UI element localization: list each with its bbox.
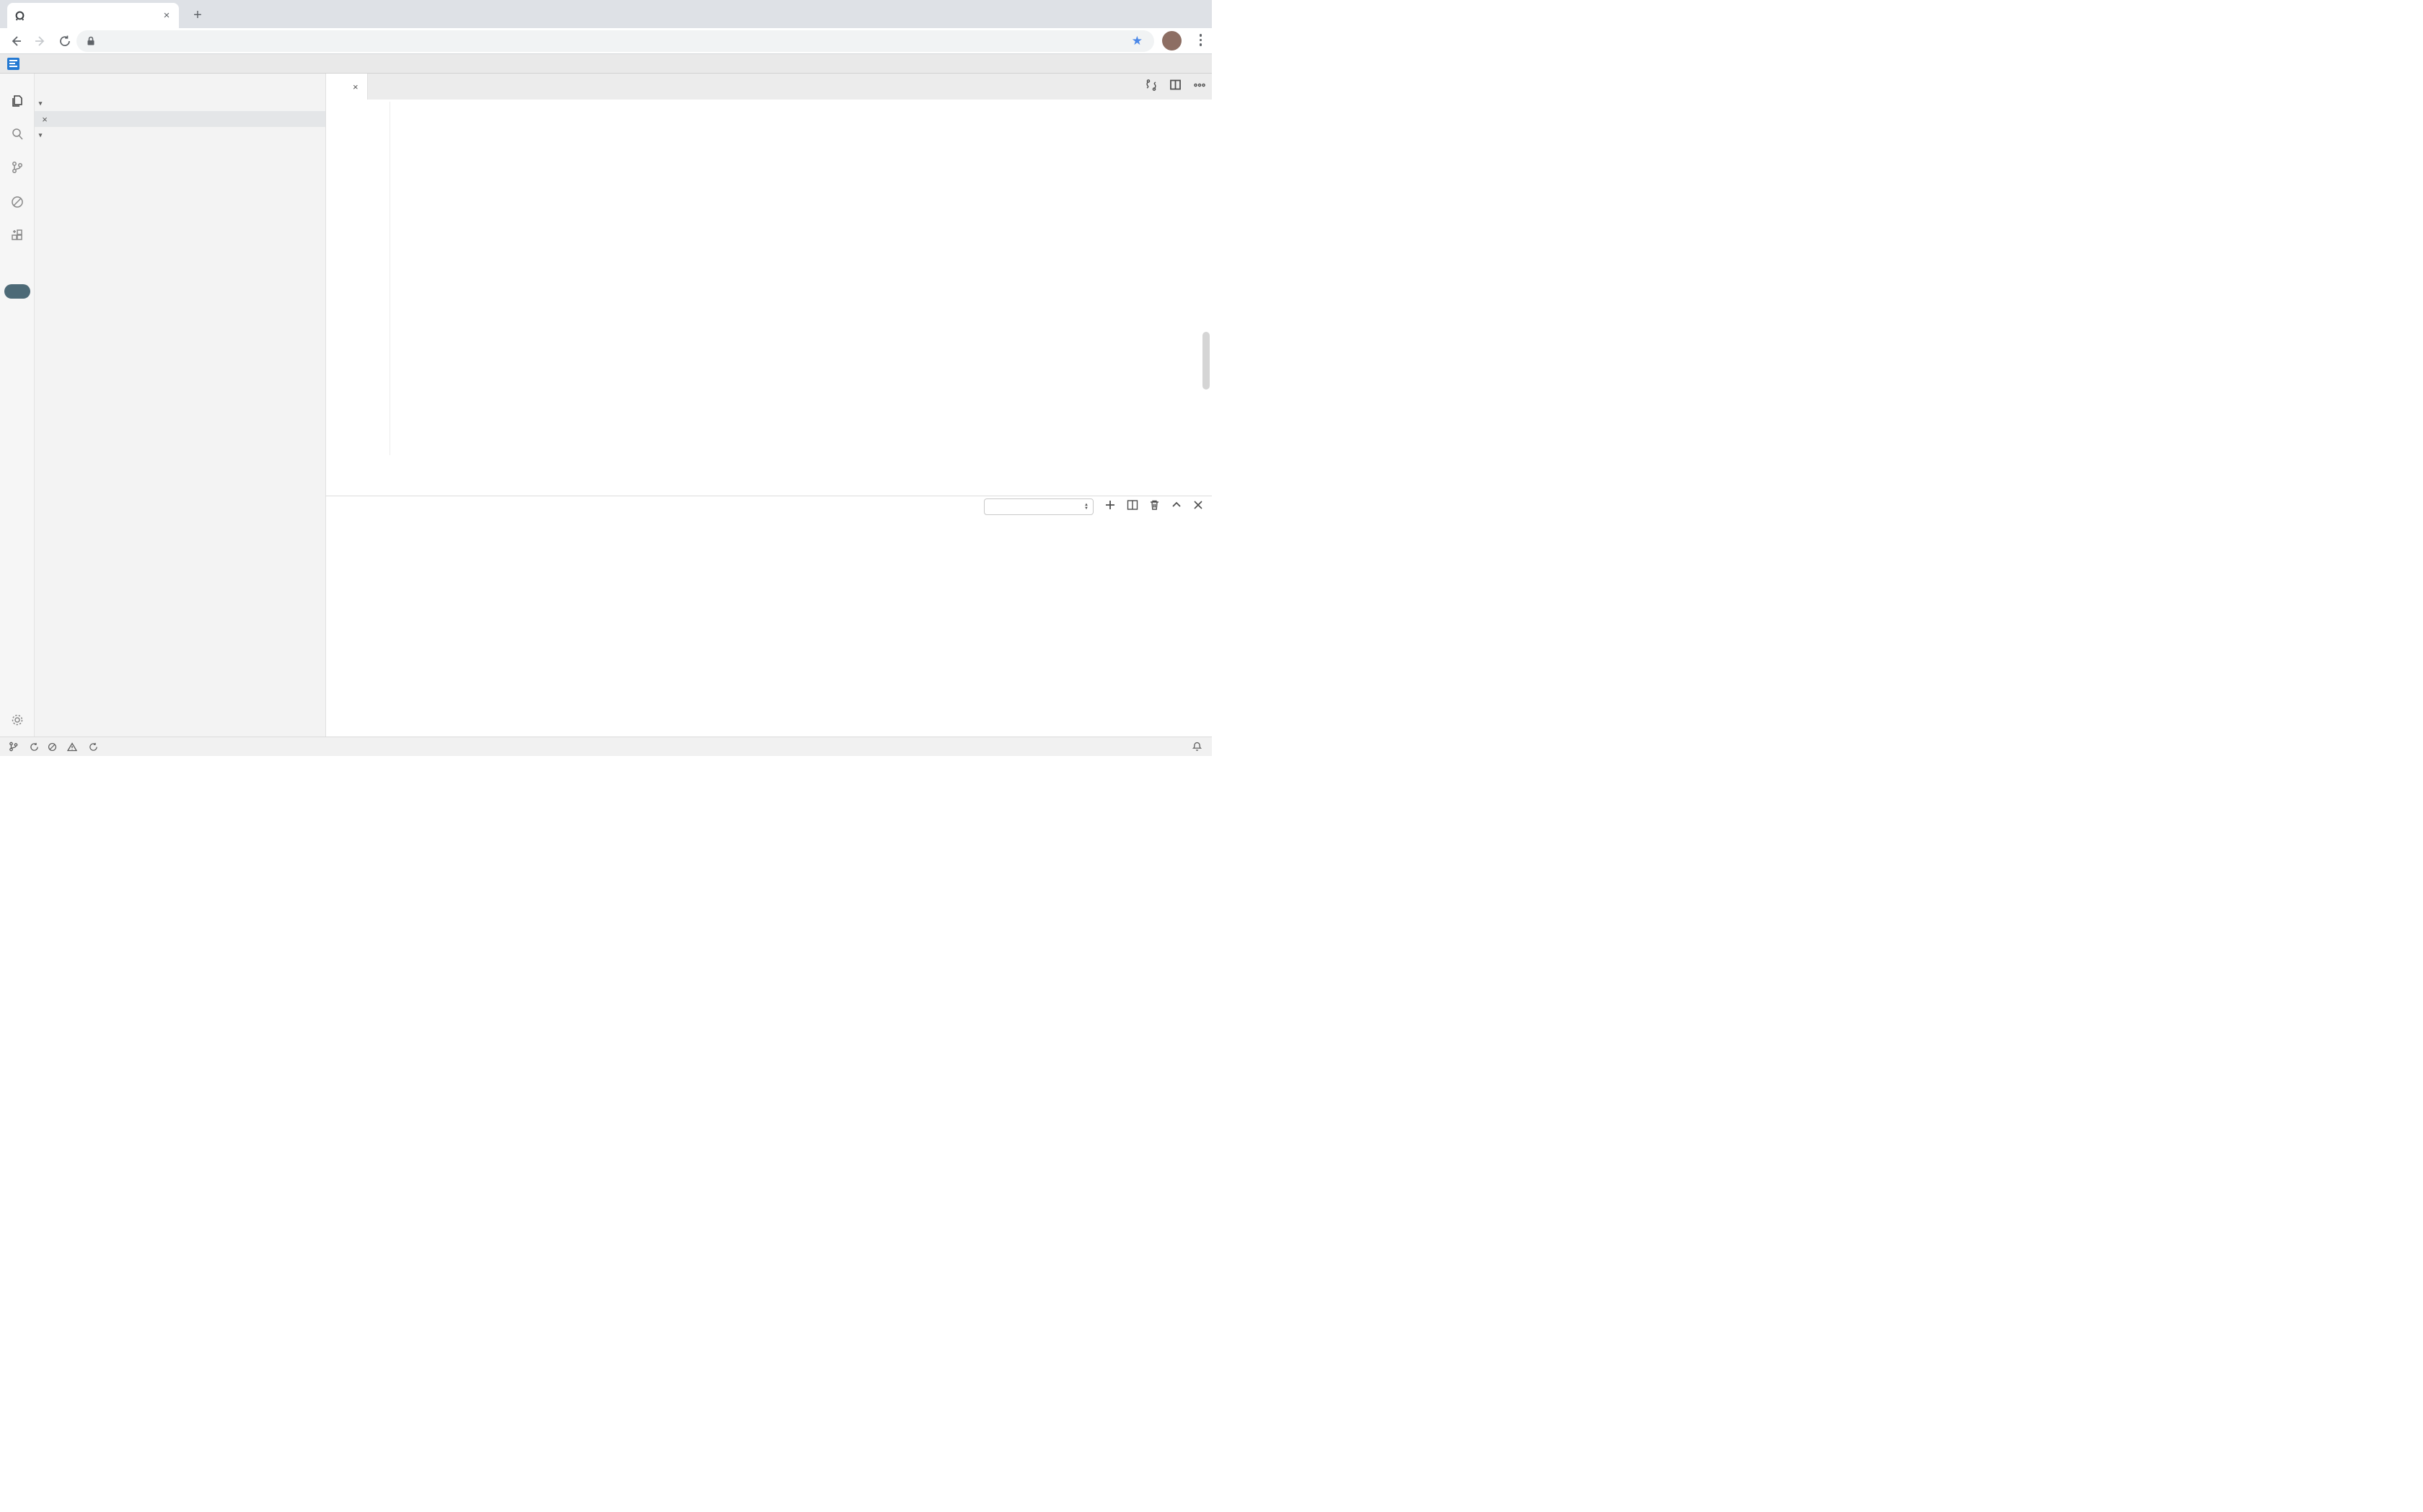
bookmark-star-icon[interactable]: ★ [1132,34,1143,48]
git-branch-item[interactable] [9,742,21,752]
problems-item[interactable] [48,742,80,752]
browser-avatar[interactable] [1162,31,1182,50]
settings-gear-icon[interactable] [0,706,35,734]
kill-terminal-icon[interactable] [1149,499,1160,514]
source-control-icon[interactable] [0,153,35,182]
browser-tabstrip: × + [0,0,1212,28]
sync-icon [30,742,39,752]
reload-icon[interactable] [56,32,74,50]
vscode-titlebar [0,54,1212,74]
search-icon[interactable] [0,120,35,149]
explorer-sidebar: ▾ × ▾ ▸ [35,74,326,737]
workspace-header[interactable]: ▾ [35,127,325,143]
more-actions-icon[interactable] [1193,79,1206,95]
minimap[interactable] [1102,101,1197,372]
favicon-icon [14,10,25,21]
toggle-sync-icon[interactable] [1145,79,1158,95]
forward-icon[interactable] [32,32,49,50]
tab-title-fade [138,6,157,28]
split-terminal-icon[interactable] [1127,499,1138,514]
back-icon[interactable] [7,32,25,50]
loading-icon [89,742,98,752]
close-icon[interactable]: × [39,114,50,125]
editor-tabbar: × [326,74,1212,100]
file-tree [35,216,325,737]
select-arrows-icon: ▲▼ [1084,504,1089,511]
new-terminal-icon[interactable] [1104,499,1116,514]
editor-tab-close-icon[interactable]: × [353,82,359,92]
editor-tab[interactable]: × [326,74,368,100]
chevron-down-icon: ▾ [35,131,46,139]
activity-bar [0,74,35,737]
language-status-item[interactable] [89,742,101,752]
browser-menu-icon[interactable] [1200,34,1202,46]
editor-scrollbar[interactable] [1202,332,1210,390]
close-panel-icon[interactable] [1193,500,1203,514]
open-editor-item[interactable]: × [35,111,325,127]
open-editors-header[interactable]: ▾ [35,95,325,111]
branch-icon [9,742,18,752]
debug-disabled-icon[interactable] [0,188,35,216]
sync-item[interactable] [30,742,39,752]
browser-toolbar: ★ [0,28,1212,54]
browser-tab[interactable]: × [7,3,179,28]
app-logo-icon [7,58,19,70]
split-editor-icon[interactable] [1169,79,1182,94]
terminal[interactable] [326,518,1212,737]
warning-icon [67,742,77,752]
workbench: ▾ × ▾ ▸ × [0,74,1212,737]
offline-badge[interactable] [4,284,30,299]
new-tab-button[interactable]: + [189,7,206,25]
url-bar[interactable]: ★ [76,30,1154,52]
bell-icon[interactable] [1192,742,1202,752]
terminal-select[interactable]: ▲▼ [984,498,1094,515]
panel-header: ▲▼ [326,496,1212,518]
status-bar [0,737,1212,756]
extensions-icon[interactable] [0,221,35,250]
bottom-panel: ▲▼ [326,496,1212,737]
maximize-panel-icon[interactable] [1171,499,1182,514]
sidebar-title [35,74,325,95]
code-editor[interactable] [326,100,1212,535]
htop-function-key-bar [336,724,1202,735]
screen: × + ★ ▾ [0,0,1212,756]
error-icon [48,742,57,752]
explorer-icon[interactable] [0,87,35,115]
editor-group: × [326,74,1212,737]
tab-close-icon[interactable]: × [160,9,173,22]
chevron-down-icon: ▾ [35,100,46,107]
lock-icon [87,36,95,46]
status-right-items [1175,742,1202,752]
